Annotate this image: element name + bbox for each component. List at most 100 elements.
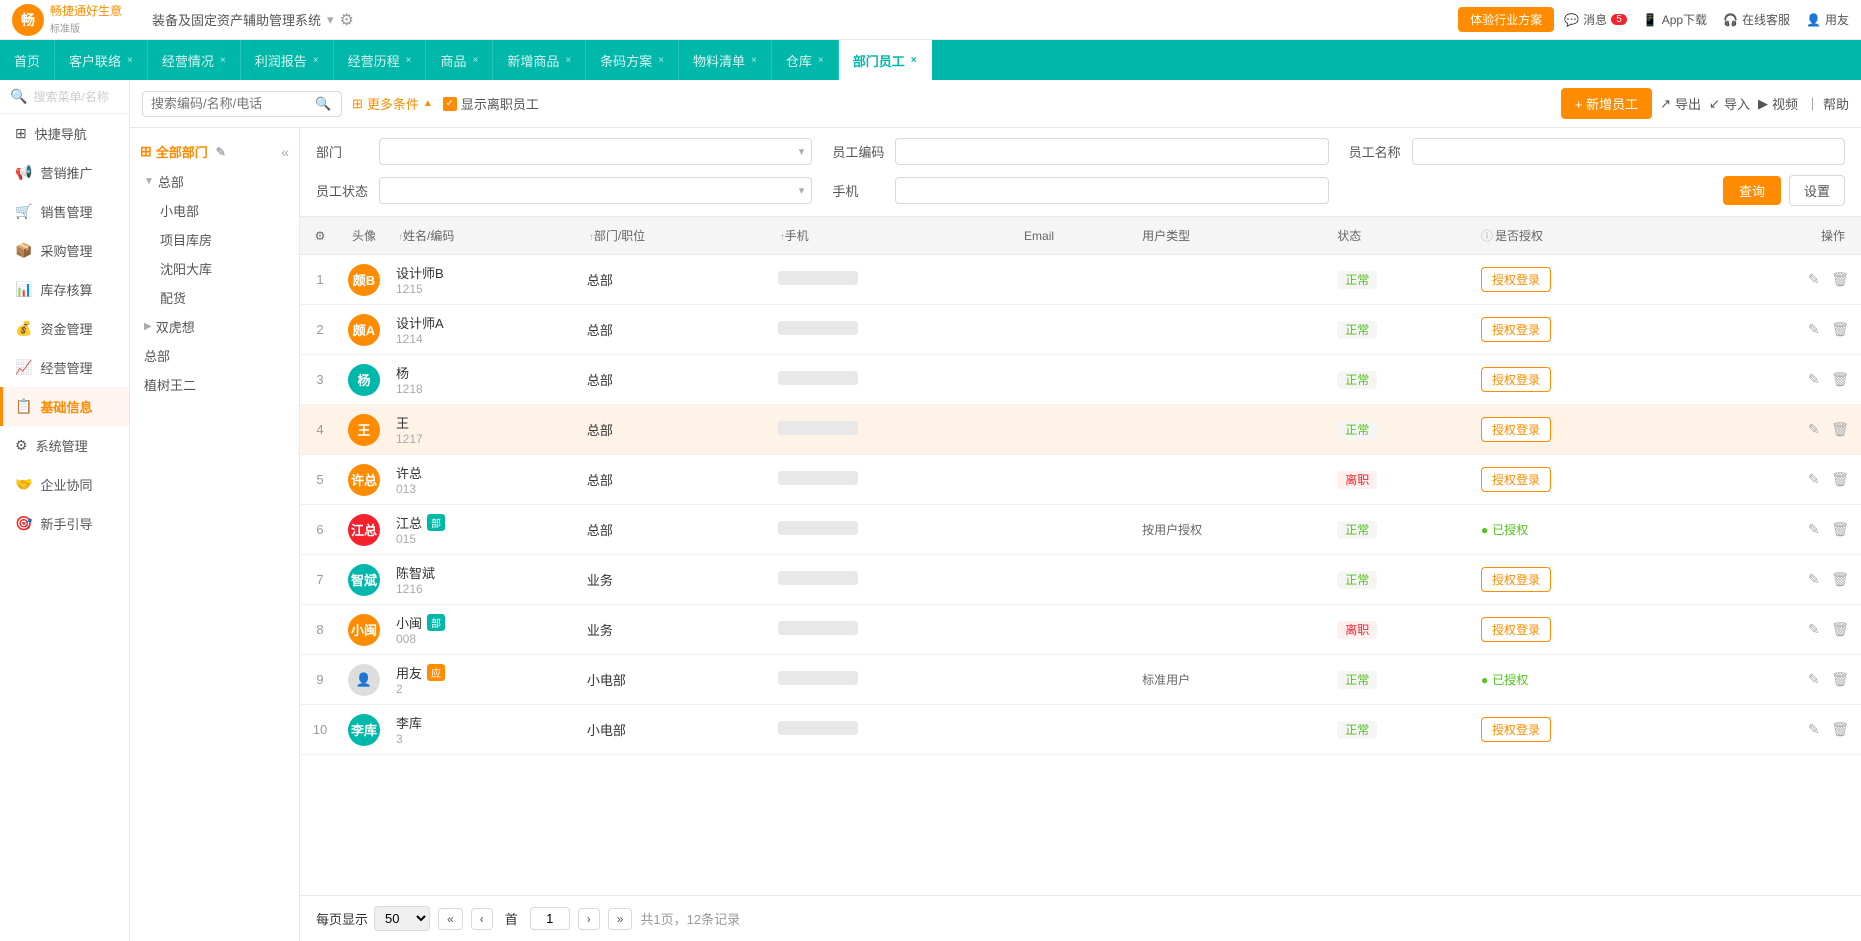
dept-node-总部[interactable]: ▼总部 <box>130 167 299 196</box>
online-service-button[interactable]: 🎧 在线客服 <box>1723 11 1790 28</box>
nav-tab-商品[interactable]: 商品 × <box>426 40 493 80</box>
auth-login-button[interactable]: 授权登录 <box>1481 567 1551 592</box>
edit-button[interactable]: ✎ <box>1804 319 1824 340</box>
col-name-code[interactable]: ↑姓名/编码 <box>388 217 579 255</box>
view-button[interactable]: ▶ 视频 <box>1758 94 1798 113</box>
dept-node-配货[interactable]: 配货 <box>130 283 299 312</box>
edit-button[interactable]: ✎ <box>1804 669 1824 690</box>
tab-close-icon[interactable]: × <box>472 55 478 66</box>
tab-close-icon[interactable]: × <box>220 55 226 66</box>
phone-input[interactable] <box>895 177 1328 204</box>
nav-tab-利润报告[interactable]: 利润报告 × <box>241 40 334 80</box>
dept-edit-icon[interactable]: ✎ <box>216 145 226 159</box>
delete-button[interactable]: 🗑 <box>1827 519 1853 540</box>
import-button[interactable]: ↙ 导入 <box>1709 94 1750 113</box>
search-input[interactable] <box>151 96 311 111</box>
all-dept-header[interactable]: ⊞ 全部部门 ✎ « <box>130 136 299 167</box>
delete-button[interactable]: 🗑 <box>1827 569 1853 590</box>
page-number-input[interactable] <box>530 907 570 930</box>
nav-tab-条码方案[interactable]: 条码方案 × <box>586 40 679 80</box>
delete-button[interactable]: 🗑 <box>1827 269 1853 290</box>
sidebar-item-营销推广[interactable]: 📢营销推广 <box>0 153 129 192</box>
nav-tab-新增商品[interactable]: 新增商品 × <box>493 40 586 80</box>
dept-node-项目库房[interactable]: 项目库房 <box>130 225 299 254</box>
last-page-button[interactable]: » <box>608 908 633 930</box>
auth-login-button[interactable]: 授权登录 <box>1481 467 1551 492</box>
sidebar-item-采购管理[interactable]: 📦采购管理 <box>0 231 129 270</box>
tab-close-icon[interactable]: × <box>818 55 824 66</box>
edit-button[interactable]: ✎ <box>1804 369 1824 390</box>
delete-button[interactable]: 🗑 <box>1827 419 1853 440</box>
delete-button[interactable]: 🗑 <box>1827 719 1853 740</box>
dept-node-总部[interactable]: 总部 <box>130 341 299 370</box>
nav-tab-经营情况[interactable]: 经营情况 × <box>148 40 241 80</box>
tab-close-icon[interactable]: × <box>911 55 917 66</box>
dept-node-双虎想[interactable]: ▶双虎想 <box>130 312 299 341</box>
edit-button[interactable]: ✎ <box>1804 519 1824 540</box>
tab-close-icon[interactable]: × <box>313 55 319 66</box>
sidebar-item-销售管理[interactable]: 🛒销售管理 <box>0 192 129 231</box>
auth-login-button[interactable]: 授权登录 <box>1481 417 1551 442</box>
delete-button[interactable]: 🗑 <box>1827 369 1853 390</box>
edit-button[interactable]: ✎ <box>1804 619 1824 640</box>
delete-button[interactable]: 🗑 <box>1827 669 1853 690</box>
tab-close-icon[interactable]: × <box>658 55 664 66</box>
nav-tab-仓库[interactable]: 仓库 × <box>772 40 839 80</box>
sidebar-item-快捷导航[interactable]: ⊞快捷导航 <box>0 114 129 153</box>
dept-node-小电部[interactable]: 小电部 <box>130 196 299 225</box>
dept-select[interactable] <box>379 138 812 165</box>
col-dept-pos[interactable]: ↑部门/职位 <box>579 217 770 255</box>
per-page-select[interactable]: 102050100 <box>374 906 430 931</box>
edit-button[interactable]: ✎ <box>1804 419 1824 440</box>
delete-button[interactable]: 🗑 <box>1827 319 1853 340</box>
edit-button[interactable]: ✎ <box>1804 569 1824 590</box>
sidebar-item-经营管理[interactable]: 📈经营管理 <box>0 348 129 387</box>
auth-login-button[interactable]: 授权登录 <box>1481 267 1551 292</box>
tab-close-icon[interactable]: × <box>751 55 757 66</box>
edit-button[interactable]: ✎ <box>1804 469 1824 490</box>
emp-code-input[interactable] <box>895 138 1328 165</box>
message-button[interactable]: 💬 消息 5 <box>1564 11 1627 28</box>
app-download-button[interactable]: 📱 App下载 <box>1643 11 1707 28</box>
dept-node-植树王二[interactable]: 植树王二 <box>130 370 299 399</box>
sidebar-item-基础信息[interactable]: 📋基础信息 <box>0 387 129 426</box>
add-employee-button[interactable]: + 新增员工 <box>1561 88 1652 119</box>
sidebar-item-库存核算[interactable]: 📊库存核算 <box>0 270 129 309</box>
delete-button[interactable]: 🗑 <box>1827 469 1853 490</box>
nav-tab-首页[interactable]: 首页 <box>0 40 55 80</box>
sidebar-item-资金管理[interactable]: 💰资金管理 <box>0 309 129 348</box>
col-phone[interactable]: ↑手机 <box>770 217 1016 255</box>
delete-button[interactable]: 🗑 <box>1827 619 1853 640</box>
sidebar-item-系统管理[interactable]: ⚙系统管理 <box>0 426 129 465</box>
sidebar-item-企业协同[interactable]: 🤝企业协同 <box>0 465 129 504</box>
settings-gear-icon[interactable]: ⚙ <box>340 10 354 30</box>
tab-close-icon[interactable]: × <box>565 55 571 66</box>
auth-login-button[interactable]: 授权登录 <box>1481 317 1551 342</box>
collapse-button[interactable]: « <box>281 144 289 160</box>
more-filter-button[interactable]: ⊞ 更多条件 ▲ <box>352 94 433 113</box>
nav-tab-客户联络[interactable]: 客户联络 × <box>55 40 148 80</box>
tab-close-icon[interactable]: × <box>127 55 133 66</box>
edit-button[interactable]: ✎ <box>1804 269 1824 290</box>
search-input-wrap[interactable]: 🔍 <box>142 91 342 117</box>
first-page-button[interactable]: « <box>438 908 463 930</box>
user-avatar[interactable]: 👤 用友 <box>1806 11 1849 28</box>
emp-status-select[interactable] <box>379 177 812 204</box>
nav-tab-物料清单[interactable]: 物料清单 × <box>679 40 772 80</box>
next-page-button[interactable]: › <box>578 908 600 930</box>
reset-button[interactable]: 设置 <box>1789 175 1845 206</box>
nav-tab-经营历程[interactable]: 经营历程 × <box>334 40 427 80</box>
auth-login-button[interactable]: 授权登录 <box>1481 367 1551 392</box>
emp-name-input[interactable] <box>1412 138 1845 165</box>
help-button[interactable]: ｜ 帮助 <box>1806 94 1849 113</box>
query-button[interactable]: 查询 <box>1723 176 1781 205</box>
show-resigned-toggle[interactable]: ✓ 显示离职员工 <box>443 94 539 113</box>
nav-tab-部门员工[interactable]: 部门员工 × <box>839 40 932 80</box>
prev-page-button[interactable]: ‹ <box>471 908 493 930</box>
auth-login-button[interactable]: 授权登录 <box>1481 717 1551 742</box>
tab-close-icon[interactable]: × <box>406 55 412 66</box>
dept-node-沈阳大库[interactable]: 沈阳大库 <box>130 254 299 283</box>
trial-button[interactable]: 体验行业方案 <box>1458 7 1554 32</box>
col-settings[interactable]: ⚙ <box>300 217 340 255</box>
edit-button[interactable]: ✎ <box>1804 719 1824 740</box>
